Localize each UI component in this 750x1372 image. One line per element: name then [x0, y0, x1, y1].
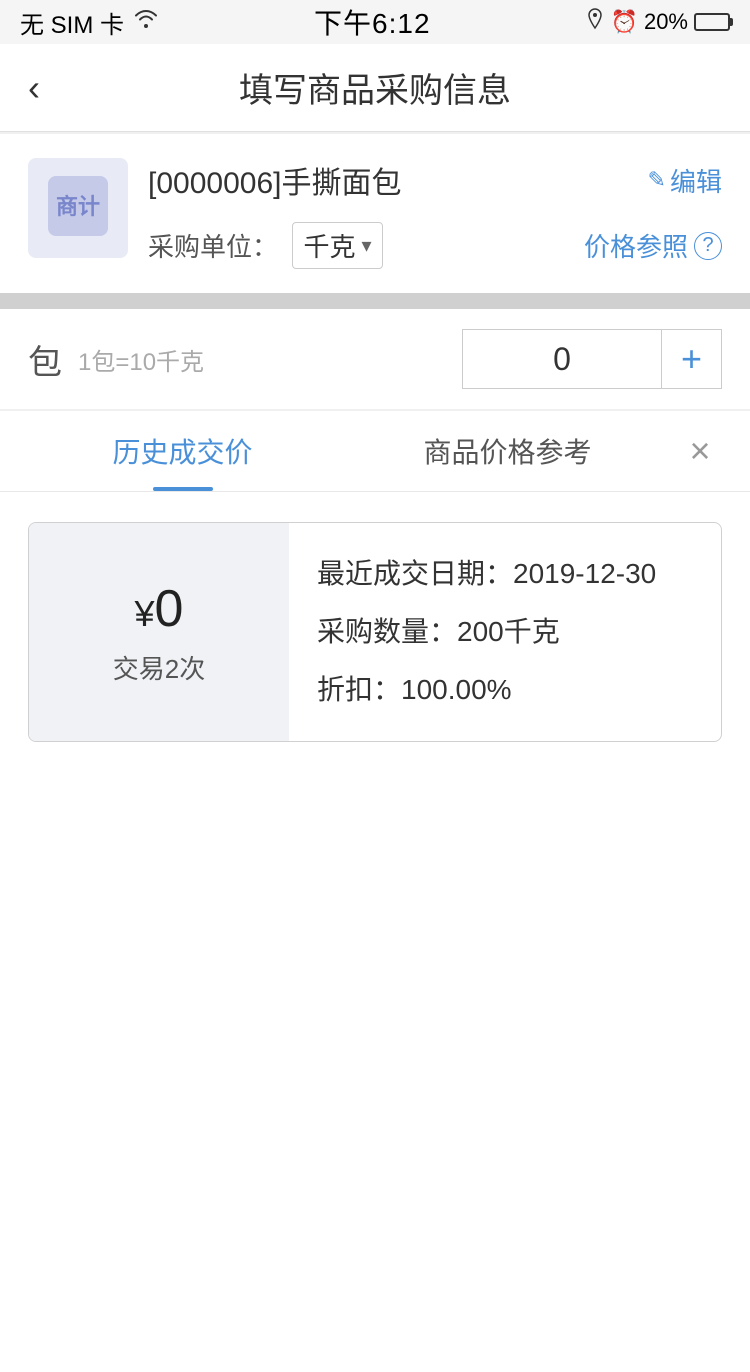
- edit-button[interactable]: ✎ 编辑: [648, 162, 722, 199]
- help-icon: ?: [694, 232, 722, 260]
- alarm-icon: ⏰: [611, 9, 638, 35]
- status-bar: 无 SIM 卡 下午6:12 ⏰ 20%: [0, 0, 750, 44]
- tab-content: ¥0 交易2次 最近成交日期：2019-12-30 采购数量：200千克 折扣：…: [0, 492, 750, 772]
- price-details: 最近成交日期：2019-12-30 采购数量：200千克 折扣：100.00%: [289, 523, 721, 741]
- page-background: [0, 772, 750, 1372]
- tabs-header: 历史成交价 商品价格参考 ×: [0, 411, 750, 492]
- nav-bar: ‹ 填写商品采购信息: [0, 44, 750, 132]
- product-card: 商计 [0000006]手撕面包 ✎ 编辑 采购单位： 千克 ▾: [0, 134, 750, 293]
- network-status: 无 SIM 卡: [20, 5, 124, 40]
- location-icon: [585, 8, 605, 36]
- discount-row: 折扣：100.00%: [317, 669, 693, 711]
- dropdown-arrow-icon: ▾: [361, 233, 371, 258]
- unit-select[interactable]: 千克 ▾: [292, 222, 382, 269]
- price-amount: ¥0: [135, 579, 184, 639]
- quantity-plus-button[interactable]: +: [662, 329, 722, 389]
- tabs-section: 历史成交价 商品价格参考 × ¥0 交易2次 最近成交日期：2019-12-30…: [0, 411, 750, 772]
- price-summary: ¥0 交易2次: [29, 523, 289, 741]
- tab-price-reference[interactable]: 商品价格参考: [345, 411, 670, 491]
- status-left: 无 SIM 卡: [20, 5, 160, 40]
- unit-section: 采购单位： 千克 ▾: [148, 222, 383, 269]
- quantity-label: 包 1包=10千克: [28, 335, 204, 384]
- price-card: ¥0 交易2次 最近成交日期：2019-12-30 采购数量：200千克 折扣：…: [28, 522, 722, 742]
- product-thumbnail: 商计: [28, 158, 128, 258]
- quantity-control: 0 +: [462, 329, 722, 389]
- svg-text:商计: 商计: [56, 194, 100, 219]
- quantity-input[interactable]: 0: [462, 329, 662, 389]
- latest-date-row: 最近成交日期：2019-12-30: [317, 553, 693, 595]
- status-right: ⏰ 20%: [585, 8, 730, 36]
- tab-history-price[interactable]: 历史成交价: [20, 411, 345, 491]
- edit-icon: ✎: [648, 167, 666, 193]
- battery-icon: [694, 13, 730, 31]
- trade-count: 交易2次: [113, 649, 205, 686]
- quantity-row-detail: 采购数量：200千克: [317, 611, 693, 653]
- tab-active-indicator: [153, 487, 213, 491]
- tab-close-button[interactable]: ×: [670, 421, 730, 481]
- section-divider: [0, 293, 750, 309]
- product-name: [0000006]手撕面包: [148, 158, 401, 202]
- status-time: 下午6:12: [314, 2, 431, 42]
- package-icon: 包: [28, 335, 62, 384]
- price-reference-button[interactable]: 价格参照 ?: [584, 227, 722, 264]
- wifi-icon: [132, 8, 160, 37]
- page-title: 填写商品采购信息: [239, 63, 511, 112]
- back-button[interactable]: ‹: [28, 67, 40, 109]
- product-info: [0000006]手撕面包 ✎ 编辑 采购单位： 千克 ▾ 价格参照 ?: [148, 158, 722, 269]
- quantity-row: 包 1包=10千克 0 +: [0, 309, 750, 409]
- battery-percent: 20%: [644, 9, 688, 35]
- product-logo: 商计: [48, 176, 108, 241]
